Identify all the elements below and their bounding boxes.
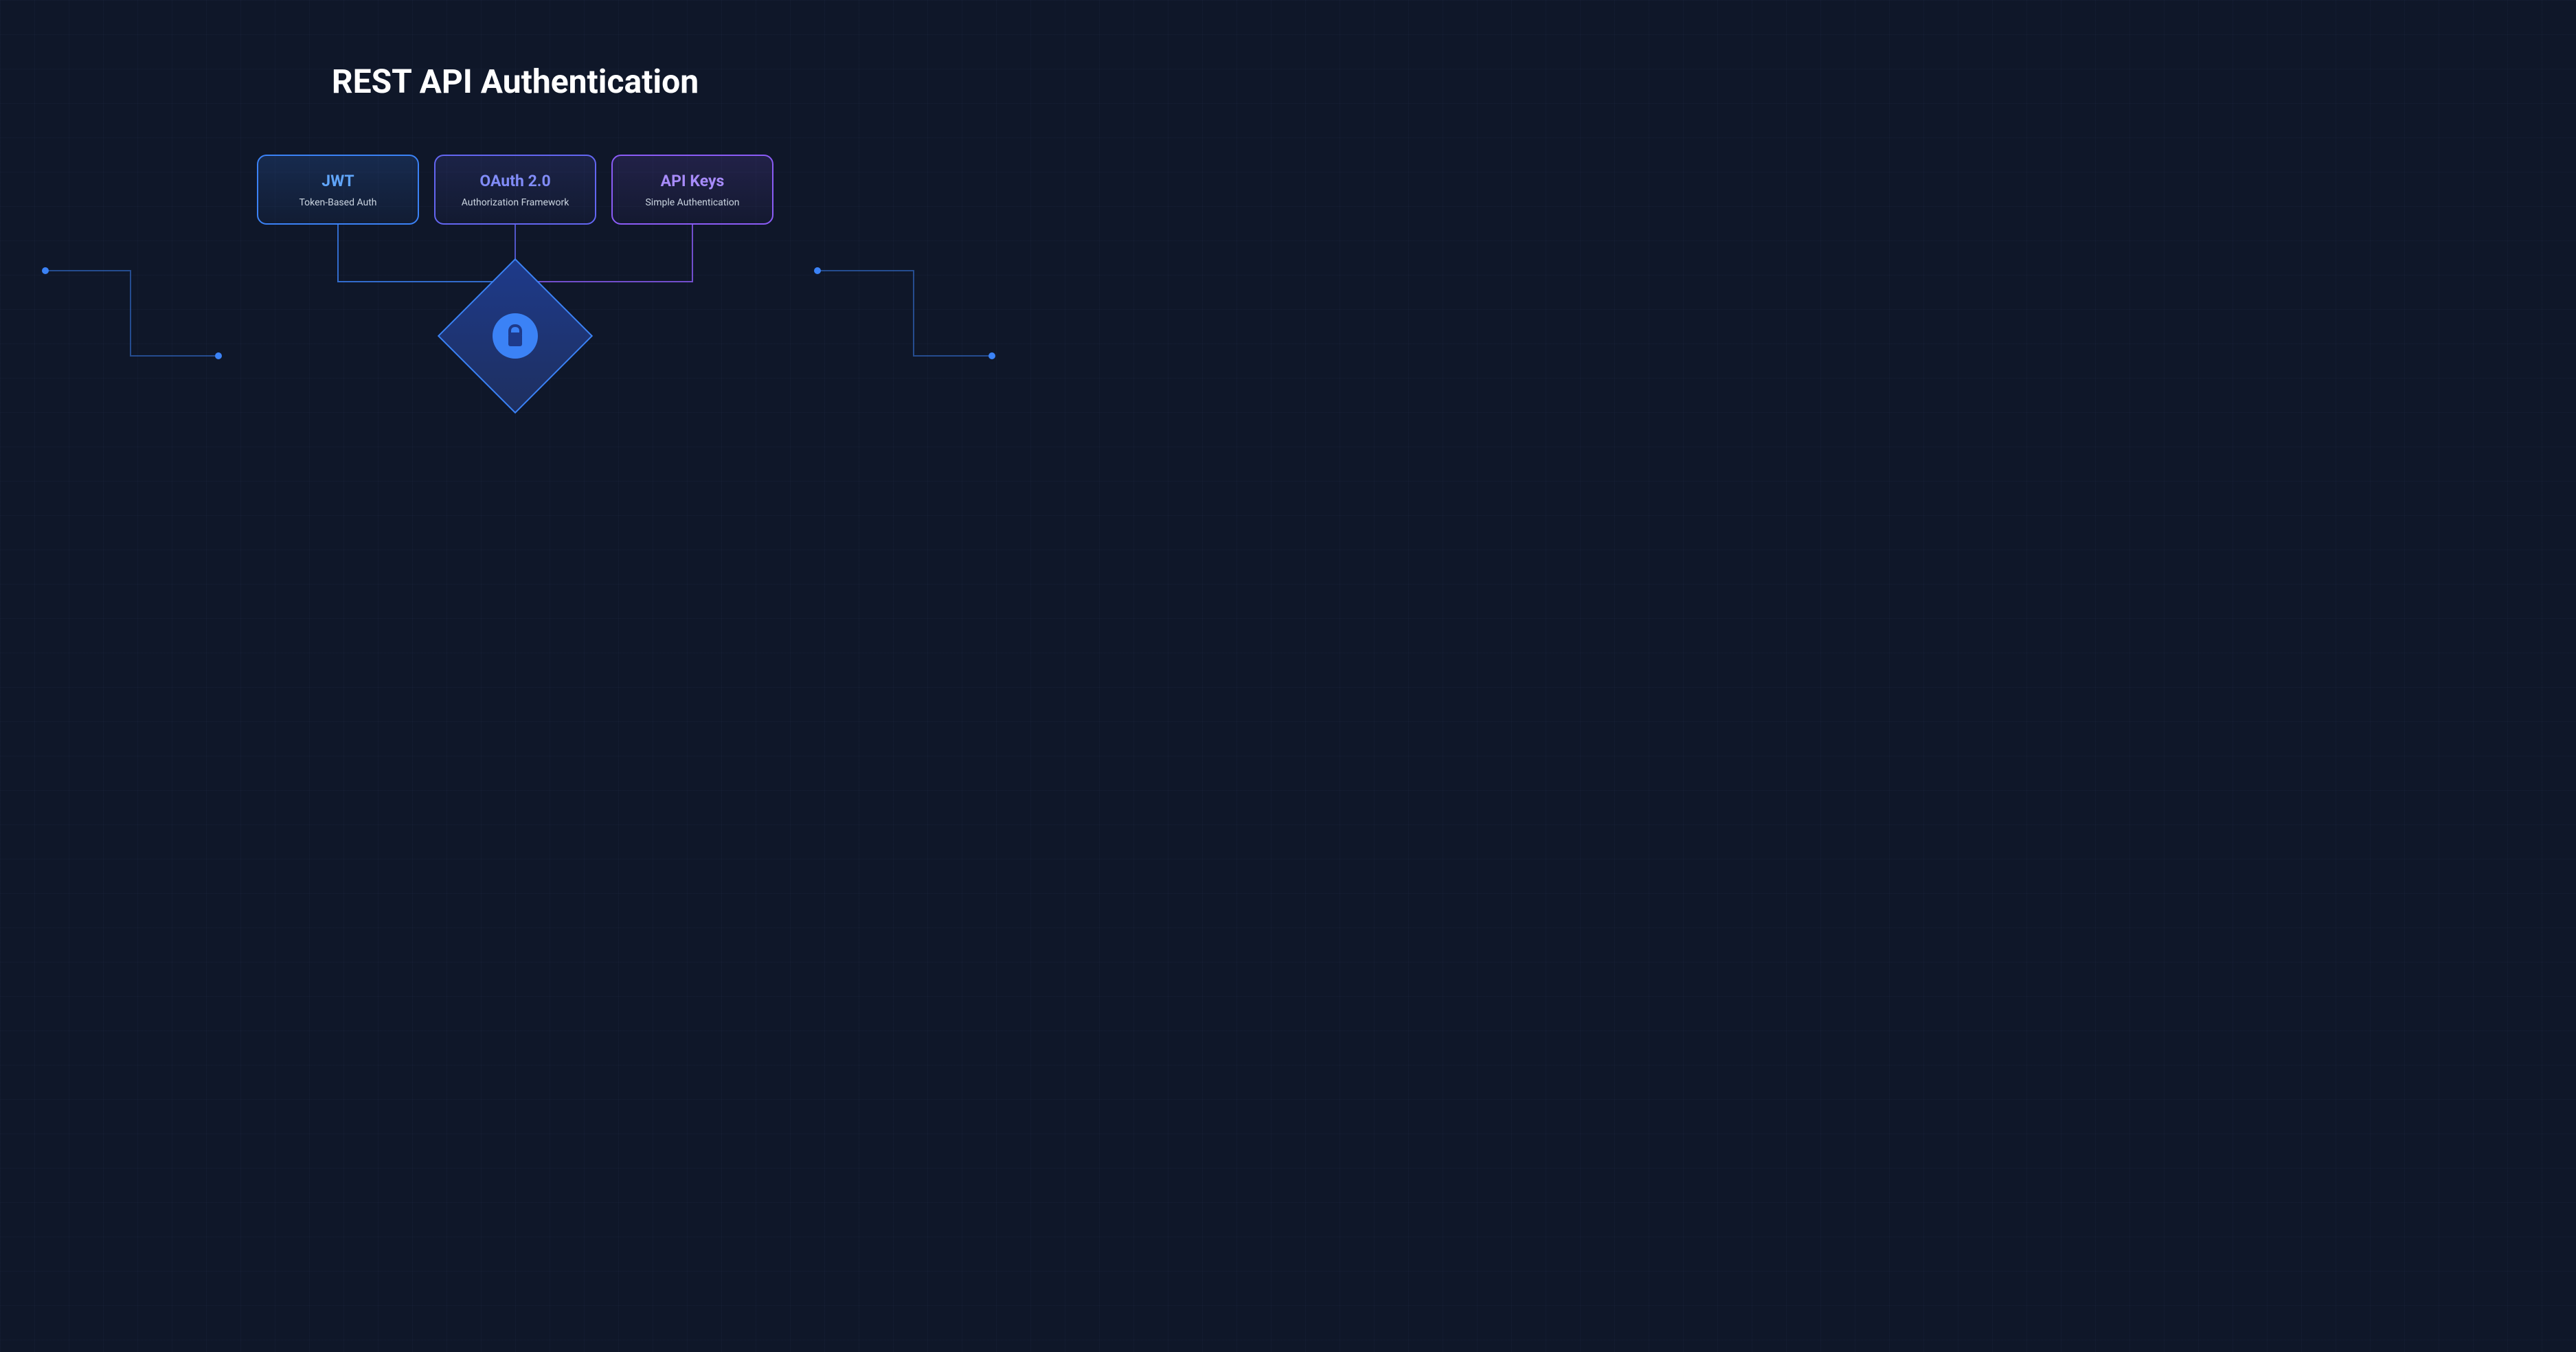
diagram-title: REST API Authentication: [0, 0, 1030, 101]
auth-cards-row: JWT Token-Based Auth OAuth 2.0 Authoriza…: [0, 155, 1030, 225]
card-jwt: JWT Token-Based Auth: [257, 155, 419, 225]
card-jwt-title: JWT: [321, 172, 354, 190]
card-apikey-subtitle: Simple Authentication: [645, 197, 739, 208]
card-apikey: API Keys Simple Authentication: [611, 155, 773, 225]
card-oauth-title: OAuth 2.0: [479, 172, 550, 190]
card-oauth: OAuth 2.0 Authorization Framework: [434, 155, 596, 225]
card-apikey-title: API Keys: [661, 172, 725, 190]
lock-icon: [493, 313, 538, 359]
center-diamond: [438, 258, 593, 414]
card-oauth-subtitle: Authorization Framework: [462, 197, 569, 208]
decoration-right: [790, 267, 996, 363]
decoration-left: [41, 267, 227, 363]
card-jwt-subtitle: Token-Based Auth: [299, 197, 376, 208]
